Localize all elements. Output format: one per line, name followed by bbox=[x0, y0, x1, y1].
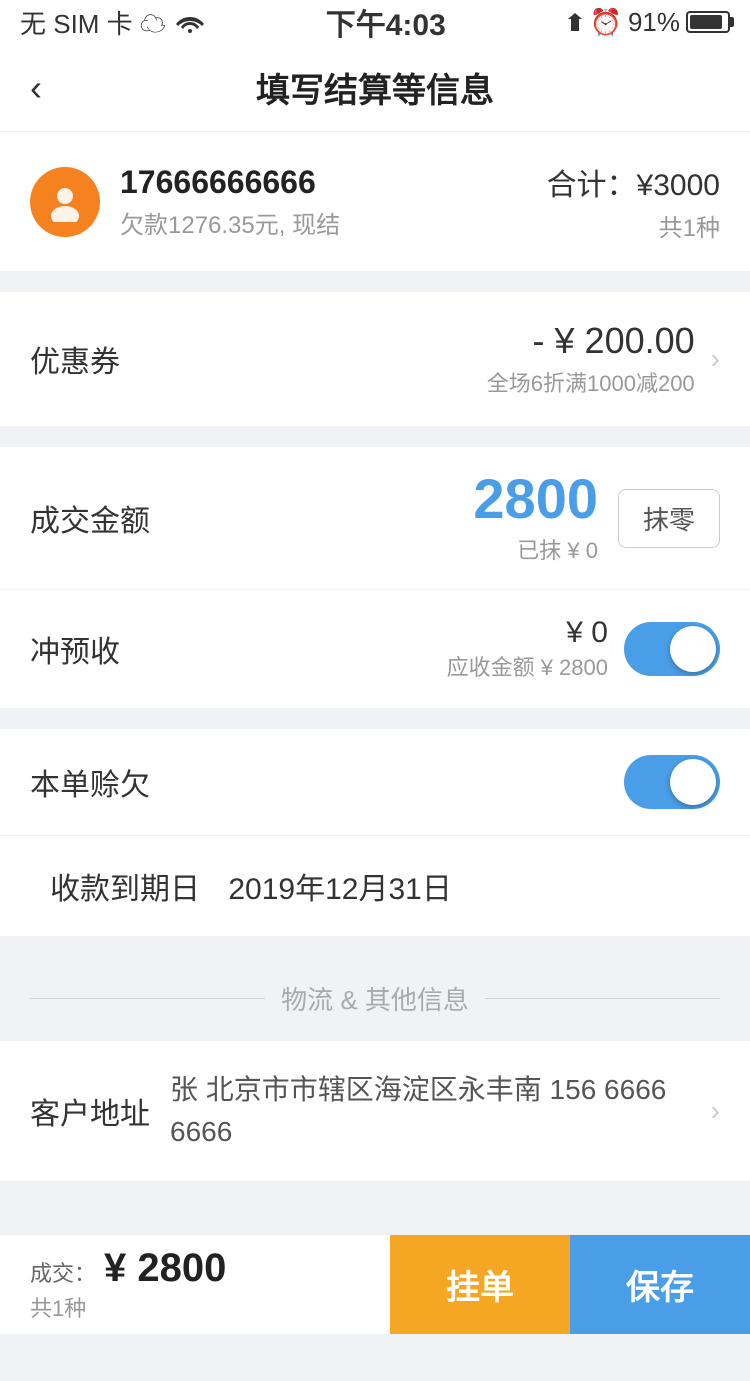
divider-3 bbox=[0, 708, 750, 728]
total-count: 共1种 bbox=[547, 208, 720, 243]
wifi-icon bbox=[174, 11, 206, 33]
divider-2 bbox=[0, 426, 750, 446]
prepay-sub: 应收金额 ¥ 2800 bbox=[447, 650, 608, 682]
divider-1 bbox=[0, 271, 750, 291]
address-value: 张 北京市市辖区海淀区永丰南 156 6666 6666 bbox=[170, 1069, 711, 1153]
deal-amount-value: 2800 bbox=[473, 471, 598, 527]
prepay-toggle[interactable] bbox=[624, 622, 720, 676]
bottom-deal-label: 成交： bbox=[30, 1256, 96, 1288]
deal-amount-sub: 已抹 ¥ 0 bbox=[473, 533, 598, 565]
due-date-value: 2019年12月31日 bbox=[228, 873, 451, 906]
bottom-count: 共1种 bbox=[30, 1291, 360, 1323]
toggle-knob-2 bbox=[670, 759, 716, 805]
status-left: 无 SIM 卡 ☁ bbox=[20, 4, 206, 41]
logistics-section-header: 物流 & 其他信息 bbox=[0, 956, 750, 1041]
prepay-amount: ¥ 0 bbox=[447, 616, 608, 650]
hang-button[interactable]: 挂单 bbox=[390, 1235, 570, 1334]
address-chevron-icon: › bbox=[711, 1095, 720, 1127]
total-amount: 合计：¥3000 bbox=[547, 160, 720, 204]
customer-row: 17666666666 欠款1276.35元, 现结 合计：¥3000 共1种 bbox=[0, 132, 750, 271]
page-title: 填写结算等信息 bbox=[256, 63, 494, 112]
header-line-left bbox=[30, 998, 265, 999]
customer-sub: 欠款1276.35元, 现结 bbox=[120, 205, 340, 240]
prepay-row: 冲预收 ¥ 0 应收金额 ¥ 2800 bbox=[0, 589, 750, 708]
coupon-amount: - ¥ 200.00 bbox=[487, 320, 695, 362]
location-icon bbox=[566, 11, 584, 33]
battery-percent: 91% bbox=[628, 7, 680, 38]
status-time: 下午4:03 bbox=[326, 0, 446, 44]
credit-toggle[interactable] bbox=[624, 755, 720, 809]
customer-phone: 17666666666 bbox=[120, 164, 340, 201]
divider-4 bbox=[0, 936, 750, 956]
bottom-deal-amount: ¥ 2800 bbox=[104, 1246, 226, 1291]
back-button[interactable]: ‹ bbox=[30, 67, 42, 109]
nav-bar: ‹ 填写结算等信息 bbox=[0, 44, 750, 132]
battery-icon bbox=[686, 11, 730, 33]
status-bar: 无 SIM 卡 ☁ 下午4:03 ⏰ 91% bbox=[0, 0, 750, 44]
due-date-label: 收款到期日 bbox=[50, 873, 200, 906]
address-row[interactable]: 客户地址 张 北京市市辖区海淀区永丰南 156 6666 6666 › bbox=[0, 1041, 750, 1181]
avatar bbox=[30, 167, 100, 237]
deal-amount-row: 成交金额 2800 已抹 ¥ 0 抹零 bbox=[0, 446, 750, 589]
status-right: ⏰ 91% bbox=[566, 7, 730, 38]
coupon-label: 优惠券 bbox=[30, 337, 120, 381]
alarm-icon: ⏰ bbox=[590, 7, 622, 38]
header-line-right bbox=[485, 998, 720, 999]
credit-row: 本单赊欠 bbox=[0, 728, 750, 835]
due-date-row: 收款到期日 2019年12月31日 bbox=[0, 835, 750, 936]
sim-label: 无 SIM 卡 ☁ bbox=[20, 4, 166, 41]
coupon-sub: 全场6折满1000减200 bbox=[487, 366, 695, 398]
round-button[interactable]: 抹零 bbox=[618, 489, 720, 548]
save-button[interactable]: 保存 bbox=[570, 1235, 750, 1334]
coupon-row[interactable]: 优惠券 - ¥ 200.00 全场6折满1000减200 › bbox=[0, 291, 750, 426]
prepay-label: 冲预收 bbox=[30, 627, 120, 671]
chevron-icon: › bbox=[711, 343, 720, 375]
address-label: 客户地址 bbox=[30, 1089, 150, 1133]
bottom-bar: 成交： ¥ 2800 共1种 挂单 保存 bbox=[0, 1234, 750, 1334]
toggle-knob bbox=[670, 626, 716, 672]
logistics-label: 物流 & 其他信息 bbox=[281, 980, 469, 1017]
credit-label: 本单赊欠 bbox=[30, 760, 150, 804]
deal-amount-label: 成交金额 bbox=[30, 496, 150, 540]
